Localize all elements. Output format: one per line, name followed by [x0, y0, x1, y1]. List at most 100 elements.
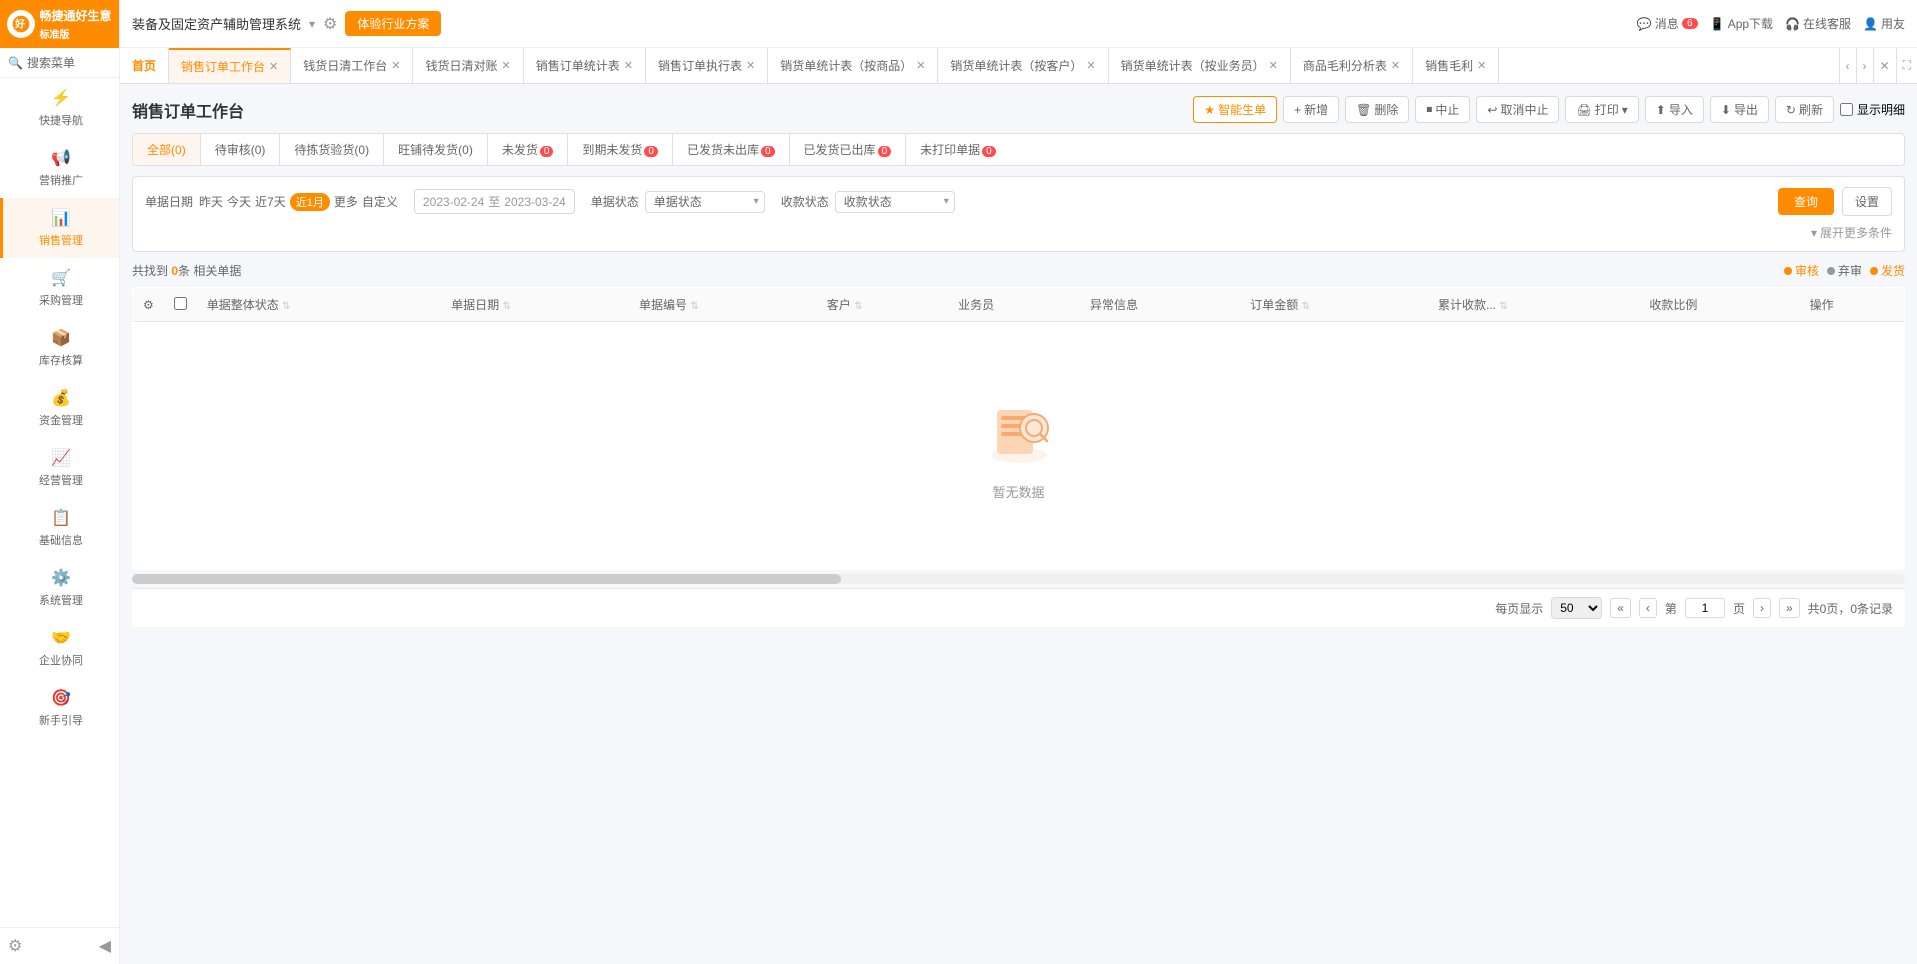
sidebar-item-basic-info[interactable]: 📋 基础信息	[0, 498, 119, 558]
tab-home[interactable]: 首页	[120, 48, 169, 84]
message-btn[interactable]: 💬 消息 6	[1637, 15, 1698, 32]
scrollbar-thumb[interactable]	[132, 574, 841, 584]
delete-btn[interactable]: 🗑 删除	[1345, 96, 1409, 123]
tab-summary-staff-close[interactable]: ✕	[1269, 59, 1278, 72]
tab-sales-workbench-close[interactable]: ✕	[269, 60, 278, 73]
collapse-icon[interactable]: ◀	[99, 936, 111, 956]
query-btn[interactable]: 查询	[1778, 188, 1834, 215]
page-size-select[interactable]: 50 100 200	[1551, 597, 1602, 619]
import-btn[interactable]: ⬆ 导入	[1645, 96, 1704, 123]
filter-tab-shipped-out[interactable]: 已发货已出库0	[790, 134, 907, 165]
sidebar-item-quick-nav[interactable]: ⚡ 快捷导航	[0, 78, 119, 138]
tab-cash-daily-close[interactable]: ✕	[391, 59, 400, 72]
status-select[interactable]: 单据状态	[645, 191, 765, 213]
show-detail-checkbox[interactable]	[1840, 103, 1853, 116]
next-page-btn[interactable]: ›	[1753, 598, 1771, 618]
review-btn[interactable]: 审核	[1784, 262, 1819, 279]
tab-sales-more[interactable]: 销售毛利 ✕	[1413, 48, 1499, 84]
tab-product-margin[interactable]: 商品毛利分析表 ✕	[1291, 48, 1413, 84]
th-settings[interactable]: ⚙	[133, 288, 164, 322]
date-custom[interactable]: 自定义	[362, 193, 398, 210]
tab-cash-reconcile[interactable]: 钱货日清对账 ✕	[413, 48, 523, 84]
refresh-btn[interactable]: ↻ 刷新	[1775, 96, 1834, 123]
settings-icon[interactable]: ⚙	[8, 936, 22, 956]
th-operation[interactable]: 操作	[1800, 288, 1905, 322]
date-today[interactable]: 今天	[227, 193, 251, 210]
filter-tab-all[interactable]: 全部(0)	[133, 134, 201, 165]
stop-btn[interactable]: ⏹ 中止	[1415, 96, 1470, 123]
first-page-btn[interactable]: «	[1610, 598, 1631, 618]
tab-summary-staff[interactable]: 销货单统计表（按业务员） ✕	[1109, 48, 1291, 84]
th-customer[interactable]: 客户 ⇅	[817, 288, 948, 322]
export-btn[interactable]: ⬇ 导出	[1710, 96, 1769, 123]
expand-btn[interactable]: ▾ 展开更多条件	[1811, 224, 1892, 241]
tab-summary-customer[interactable]: 销货单统计表（按客户） ✕	[938, 48, 1108, 84]
tab-summary-product[interactable]: 销货单统计表（按商品） ✕	[768, 48, 938, 84]
filter-tab-not-shipped[interactable]: 未发货0	[488, 134, 569, 165]
th-checkbox[interactable]	[164, 288, 197, 322]
app-download-btn[interactable]: 📱 App下载	[1710, 15, 1773, 32]
sidebar-item-system[interactable]: ⚙️ 系统管理	[0, 558, 119, 618]
payment-select[interactable]: 收款状态	[835, 191, 955, 213]
sidebar-item-enterprise[interactable]: 🤝 企业协同	[0, 618, 119, 678]
sidebar-item-operations[interactable]: 📈 经营管理	[0, 438, 119, 498]
sidebar-item-sales[interactable]: 📊 销售管理	[0, 198, 119, 258]
last-page-btn[interactable]: »	[1779, 598, 1800, 618]
sidebar-item-search[interactable]: 🔍 搜索菜单	[0, 48, 119, 78]
tabs-close-all[interactable]: ✕	[1873, 48, 1896, 84]
horizontal-scrollbar[interactable]	[132, 574, 1905, 584]
cancel-stop-btn[interactable]: ↩ 取消中止	[1476, 96, 1559, 123]
sidebar-item-guide[interactable]: 🎯 新手引导	[0, 678, 119, 738]
tabs-scroll-next[interactable]: ›	[1856, 48, 1873, 84]
tab-sales-exec-close[interactable]: ✕	[746, 59, 755, 72]
tab-cash-daily[interactable]: 钱货日清工作台 ✕	[291, 48, 413, 84]
th-doc-number[interactable]: 单据编号 ⇅	[629, 288, 817, 322]
print-btn[interactable]: 🖨 打印 ▾	[1565, 96, 1638, 123]
filter-tab-pending-inspect[interactable]: 待拣货验货(0)	[280, 134, 384, 165]
sidebar-item-inventory[interactable]: 📦 库存核算	[0, 318, 119, 378]
th-doc-date[interactable]: 单据日期 ⇅	[441, 288, 629, 322]
tab-sales-more-close[interactable]: ✕	[1477, 59, 1486, 72]
topbar-gear-icon[interactable]: ⚙	[323, 14, 337, 34]
sidebar-item-finance[interactable]: 💰 资金管理	[0, 378, 119, 438]
filter-tab-pending-review[interactable]: 待审核(0)	[201, 134, 281, 165]
online-service-btn[interactable]: 🎧 在线客服	[1785, 15, 1851, 32]
tab-sales-stat-close[interactable]: ✕	[624, 59, 633, 72]
tabs-maximize[interactable]: ⛶	[1896, 48, 1917, 84]
prev-page-btn[interactable]: ‹	[1639, 598, 1657, 618]
cancel-review-btn[interactable]: 弃审	[1827, 262, 1862, 279]
tab-summary-product-close[interactable]: ✕	[916, 59, 925, 72]
date-range-display[interactable]: 2023-02-24 至 2023-03-24	[414, 189, 575, 214]
th-payment-ratio[interactable]: 收款比例	[1639, 288, 1799, 322]
th-abnormal[interactable]: 异常信息	[1080, 288, 1240, 322]
set-btn[interactable]: 设置	[1842, 187, 1892, 216]
tab-sales-workbench[interactable]: 销售订单工作台 ✕	[169, 48, 291, 84]
filter-tab-wangpu[interactable]: 旺铺待发货(0)	[384, 134, 488, 165]
smart-order-btn[interactable]: ★ 智能生单	[1193, 96, 1277, 123]
tab-summary-customer-close[interactable]: ✕	[1086, 59, 1095, 72]
date-1month[interactable]: 近1月	[290, 193, 330, 211]
add-btn[interactable]: + 新增	[1283, 96, 1339, 123]
tab-sales-stat[interactable]: 销售订单统计表 ✕	[524, 48, 646, 84]
th-staff[interactable]: 业务员	[948, 288, 1080, 322]
filter-tab-not-printed[interactable]: 未打印单据0	[906, 134, 1010, 165]
industry-btn[interactable]: 体验行业方案	[345, 11, 441, 36]
select-all-checkbox[interactable]	[174, 297, 187, 310]
show-detail-toggle[interactable]: 显示明细	[1840, 101, 1905, 118]
sidebar-item-marketing[interactable]: 📢 营销推广	[0, 138, 119, 198]
sidebar-item-purchase[interactable]: 🛒 采购管理	[0, 258, 119, 318]
tab-sales-exec[interactable]: 销售订单执行表 ✕	[646, 48, 768, 84]
date-yesterday[interactable]: 昨天	[199, 193, 223, 210]
th-cumulative[interactable]: 累计收款... ⇅	[1428, 288, 1639, 322]
th-order-amount[interactable]: 订单金额 ⇅	[1240, 288, 1428, 322]
page-input[interactable]	[1685, 598, 1725, 618]
tabs-scroll-prev[interactable]: ‹	[1839, 48, 1856, 84]
ship-btn[interactable]: 发货	[1870, 262, 1905, 279]
dropdown-icon[interactable]: ▾	[309, 17, 315, 31]
tab-product-margin-close[interactable]: ✕	[1391, 59, 1400, 72]
filter-tab-overdue[interactable]: 到期未发货0	[568, 134, 673, 165]
user-btn[interactable]: 👤 用友	[1863, 15, 1905, 32]
tab-cash-reconcile-close[interactable]: ✕	[502, 59, 511, 72]
th-doc-status[interactable]: 单据整体状态 ⇅	[197, 288, 441, 322]
date-7days[interactable]: 近7天	[255, 193, 286, 210]
